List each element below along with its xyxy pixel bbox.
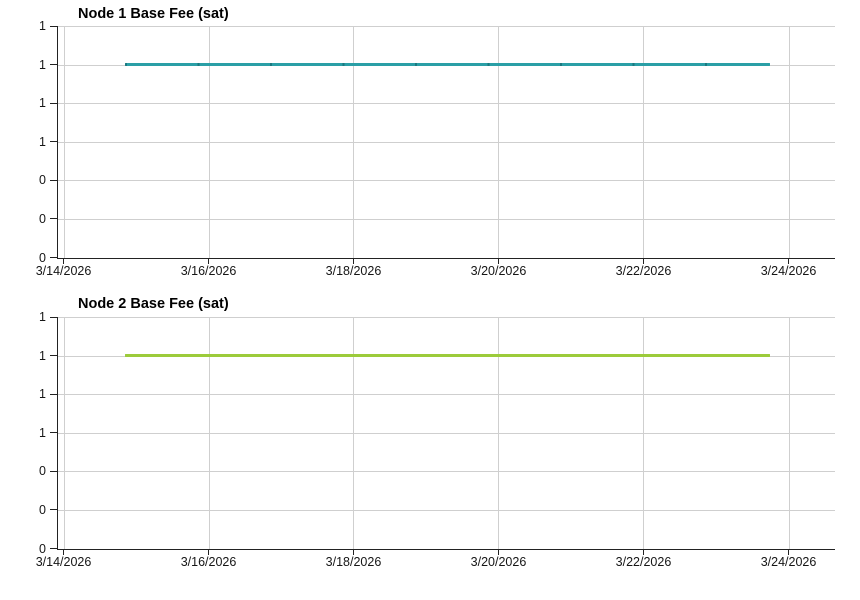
x-tick-label: 3/16/2026 <box>180 554 237 569</box>
y-tick-label: 1 <box>39 387 46 402</box>
y-gridline <box>58 509 835 511</box>
y-tick-label: 1 <box>39 425 46 440</box>
y-gridline <box>58 471 835 473</box>
x-axis-line <box>56 548 835 550</box>
plot-top-border <box>58 317 835 318</box>
x-tick-label: 3/20/2026 <box>470 554 527 569</box>
y-tick-label: 0 <box>39 464 46 479</box>
x-tick-label: 3/18/2026 <box>325 554 382 569</box>
x-tick-label: 3/14/2026 <box>35 554 92 569</box>
x-tick-label: 3/22/2026 <box>615 554 672 569</box>
series-line-node2-base-fee[interactable] <box>124 354 770 357</box>
y-tick-label: 0 <box>39 502 46 517</box>
chart-node2-base-fee: Node 2 Base Fee (sat) 1 1 1 1 0 0 0 3/14/2026 3/… <box>0 0 860 600</box>
y-gridline <box>58 432 835 434</box>
y-axis-line <box>56 317 58 550</box>
y-gridline <box>58 394 835 396</box>
y-tick-label: 1 <box>39 348 46 363</box>
y-tick-label: 1 <box>39 310 46 324</box>
chart-title-node2: Node 2 Base Fee (sat) <box>78 296 229 312</box>
x-tick-label: 3/24/2026 <box>760 554 817 569</box>
